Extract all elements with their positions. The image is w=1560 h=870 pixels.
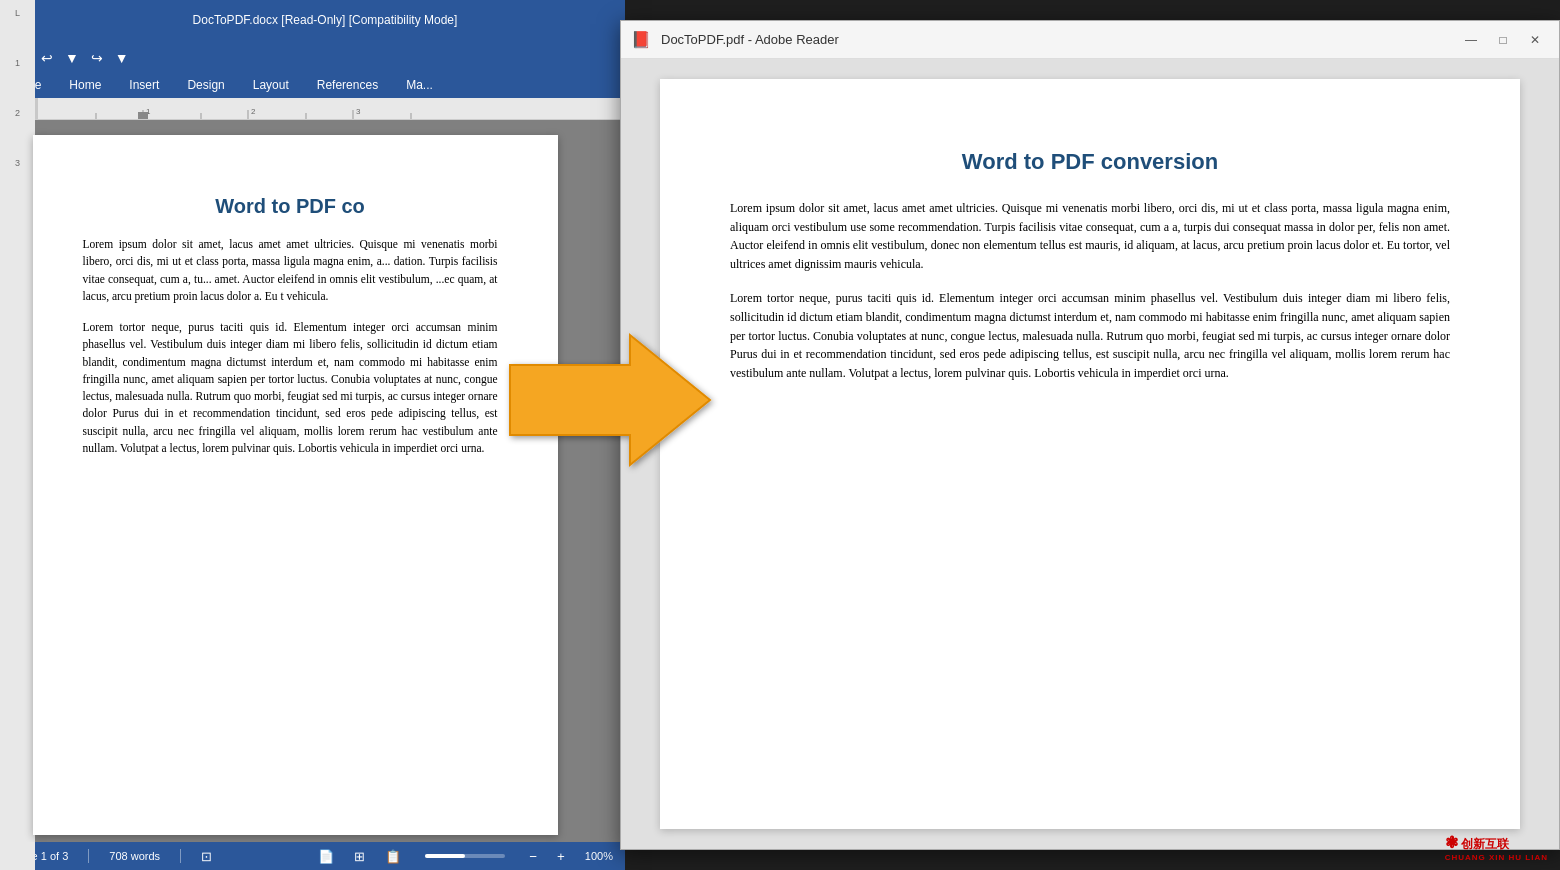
quick-access-more[interactable]: ▼ bbox=[111, 48, 133, 68]
word-doc-title: Word to PDF co bbox=[83, 195, 498, 218]
pdf-doc-body: Lorem ipsum dolor sit amet, lacus amet a… bbox=[730, 199, 1450, 382]
undo-button[interactable]: ↩ bbox=[37, 48, 57, 68]
word-ruler: 1 2 3 bbox=[0, 98, 625, 120]
close-button[interactable]: ✕ bbox=[1521, 29, 1549, 51]
word-para-1: Lorem ipsum dolor sit amet, lacus amet a… bbox=[83, 236, 498, 305]
svg-rect-12 bbox=[138, 112, 148, 120]
pdf-para-2: Lorem tortor neque, purus taciti quis id… bbox=[730, 289, 1450, 382]
word-para-2: Lorem tortor neque, purus taciti quis id… bbox=[83, 319, 498, 457]
company-logo: ❃ 创新互联 CHUANG XIN HU LIAN bbox=[1445, 833, 1548, 862]
word-ribbon: 💾 ↩ ▼ ↪ ▼ File Home Insert Design Layout… bbox=[0, 40, 625, 98]
word-document-area: L 1 2 3 Word to PDF co Lorem ipsum dolor… bbox=[0, 120, 625, 842]
word-count: 708 words bbox=[109, 850, 160, 862]
redo-button[interactable]: ↪ bbox=[87, 48, 107, 68]
pdf-titlebar: 📕 DocToPDF.pdf - Adobe Reader — □ ✕ bbox=[621, 21, 1559, 59]
pdf-doc-title: Word to PDF conversion bbox=[730, 149, 1450, 175]
word-window: W DocToPDF.docx [Read-Only] [Compatibili… bbox=[0, 0, 625, 870]
zoom-out-button[interactable]: − bbox=[529, 849, 537, 864]
tab-references[interactable]: References bbox=[303, 72, 392, 98]
zoom-in-button[interactable]: + bbox=[557, 849, 565, 864]
tab-mailings[interactable]: Ma... bbox=[392, 72, 447, 98]
pdf-window-title: DocToPDF.pdf - Adobe Reader bbox=[661, 32, 1447, 47]
logo-subtitle: CHUANG XIN HU LIAN bbox=[1445, 853, 1548, 862]
ruler-svg: 1 2 3 bbox=[8, 98, 598, 120]
pdf-page: Word to PDF conversion Lorem ipsum dolor… bbox=[660, 79, 1520, 829]
pdf-app-icon: 📕 bbox=[631, 30, 651, 49]
zoom-level: 100% bbox=[585, 850, 613, 862]
status-divider-2 bbox=[180, 849, 181, 863]
pdf-window-controls: — □ ✕ bbox=[1457, 29, 1549, 51]
view-icon-2[interactable]: ⊞ bbox=[354, 849, 365, 864]
logo-name: 创新互联 bbox=[1461, 837, 1509, 851]
word-titlebar: W DocToPDF.docx [Read-Only] [Compatibili… bbox=[0, 0, 625, 40]
tab-insert[interactable]: Insert bbox=[115, 72, 173, 98]
ruler-content: 1 2 3 bbox=[8, 98, 617, 119]
svg-text:3: 3 bbox=[356, 107, 361, 116]
view-icon-3[interactable]: 📋 bbox=[385, 849, 401, 864]
logo-icon: ❃ bbox=[1445, 834, 1458, 851]
word-menu-tabs: File Home Insert Design Layout Reference… bbox=[0, 72, 625, 98]
maximize-button[interactable]: □ bbox=[1489, 29, 1517, 51]
track-changes-icon: ⊡ bbox=[201, 849, 212, 864]
pdf-content-area: Word to PDF conversion Lorem ipsum dolor… bbox=[621, 59, 1559, 849]
svg-text:2: 2 bbox=[251, 107, 256, 116]
tab-design[interactable]: Design bbox=[173, 72, 238, 98]
undo-dropdown[interactable]: ▼ bbox=[61, 48, 83, 68]
quick-access-toolbar: 💾 ↩ ▼ ↪ ▼ bbox=[0, 44, 625, 72]
tab-home[interactable]: Home bbox=[55, 72, 115, 98]
view-icon-1[interactable]: 📄 bbox=[318, 849, 334, 864]
word-title: DocToPDF.docx [Read-Only] [Compatibility… bbox=[35, 13, 615, 27]
minimize-button[interactable]: — bbox=[1457, 29, 1485, 51]
left-ruler: L 1 2 3 bbox=[0, 120, 35, 842]
word-page: Word to PDF co Lorem ipsum dolor sit ame… bbox=[33, 135, 558, 835]
status-divider-1 bbox=[88, 849, 89, 863]
pdf-para-1: Lorem ipsum dolor sit amet, lacus amet a… bbox=[730, 199, 1450, 273]
word-statusbar: Page 1 of 3 708 words ⊡ 📄 ⊞ 📋 − + 100% bbox=[0, 842, 625, 870]
tab-layout[interactable]: Layout bbox=[239, 72, 303, 98]
pdf-window: 📕 DocToPDF.pdf - Adobe Reader — □ ✕ Word… bbox=[620, 20, 1560, 850]
word-doc-body: Lorem ipsum dolor sit amet, lacus amet a… bbox=[83, 236, 498, 457]
